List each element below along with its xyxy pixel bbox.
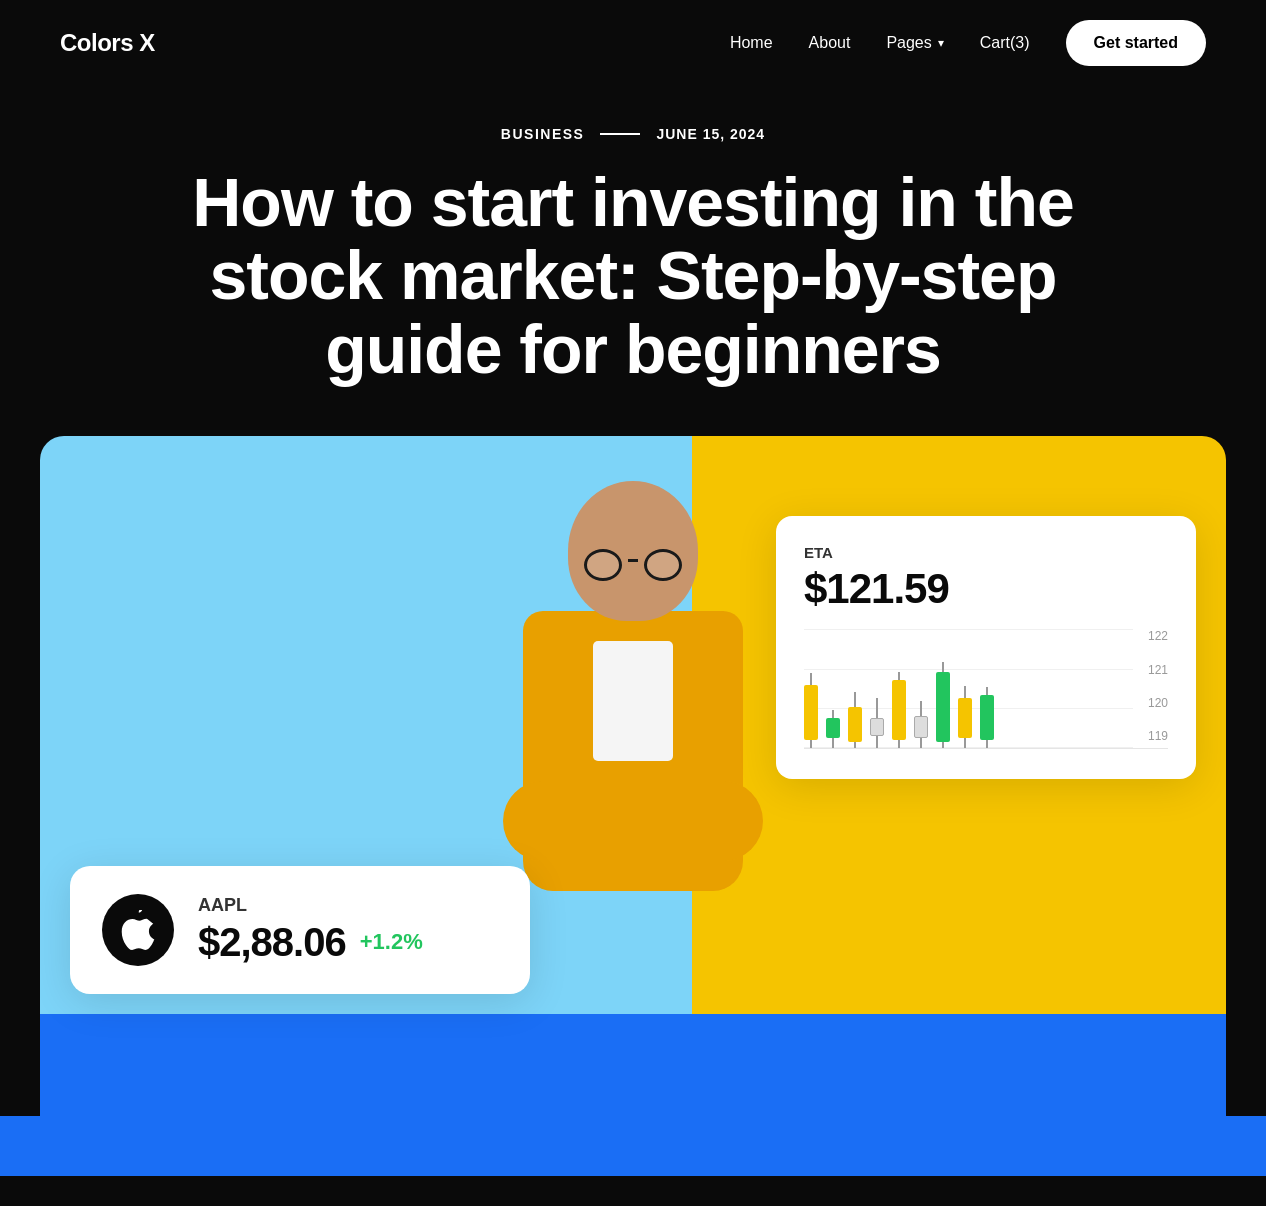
- nav-home[interactable]: Home: [730, 34, 773, 52]
- candle-wick: [986, 687, 988, 695]
- candle: [958, 686, 972, 748]
- bg-bottom: [40, 1014, 1226, 1116]
- candle-body: [870, 718, 884, 736]
- person-shirt: [593, 641, 673, 761]
- stock-widget: ETA $121.59: [776, 516, 1196, 779]
- candle-body: [958, 698, 972, 738]
- candle-body: [980, 695, 994, 740]
- aapl-price: $2,88.06: [198, 920, 346, 965]
- candle-wick: [942, 742, 944, 748]
- chart-y-label: 121: [1148, 663, 1168, 677]
- nav-pages[interactable]: Pages ▾: [886, 34, 943, 52]
- candle: [914, 701, 928, 748]
- hero-category: BUSINESS: [501, 126, 585, 142]
- candle: [804, 673, 818, 748]
- aapl-card: AAPL $2,88.06 +1.2%: [70, 866, 530, 994]
- candle-wick: [942, 662, 944, 672]
- aapl-info: AAPL $2,88.06 +1.2%: [198, 895, 423, 965]
- glass-left: [584, 549, 622, 581]
- chart-y-labels: 122 121 120 119: [1148, 629, 1168, 748]
- person-arms: [503, 781, 763, 861]
- hero-image-wrapper: ETA $121.59: [40, 436, 1226, 1116]
- candle-body: [892, 680, 906, 740]
- nav-about[interactable]: About: [809, 34, 851, 52]
- hero-divider: [600, 133, 640, 135]
- candle-wick: [986, 740, 988, 748]
- candle-wick: [898, 740, 900, 748]
- hero-meta: BUSINESS JUNE 15, 2024: [60, 126, 1206, 142]
- candle-wick: [920, 738, 922, 748]
- candle: [848, 692, 862, 748]
- person-glasses: [584, 549, 682, 581]
- candle-wick: [876, 736, 878, 748]
- get-started-button[interactable]: Get started: [1066, 20, 1206, 66]
- hero-section: BUSINESS JUNE 15, 2024 How to start inve…: [0, 86, 1266, 386]
- candle-wick: [854, 742, 856, 748]
- chart-y-label: 120: [1148, 696, 1168, 710]
- candle-wick: [964, 738, 966, 748]
- stock-widget-price: $121.59: [804, 565, 1168, 613]
- candle-body: [826, 718, 840, 738]
- candle-wick: [920, 701, 922, 716]
- candle-body: [936, 672, 950, 742]
- candle: [936, 662, 950, 748]
- candlestick-chart: 122 121 120 119: [804, 629, 1168, 749]
- aapl-price-row: $2,88.06 +1.2%: [198, 920, 423, 965]
- stock-widget-label: ETA: [804, 544, 1168, 561]
- logo[interactable]: Colors X: [60, 29, 155, 57]
- candle-wick: [832, 710, 834, 718]
- candle-body: [914, 716, 928, 738]
- candle: [892, 672, 906, 748]
- hero-image-container: ETA $121.59: [0, 436, 1266, 1176]
- chart-y-label: 122: [1148, 629, 1168, 643]
- candle-body: [848, 707, 862, 742]
- apple-icon: [120, 910, 156, 950]
- candle-wick: [832, 738, 834, 748]
- candle-wick: [964, 686, 966, 698]
- candle: [826, 710, 840, 748]
- chevron-down-icon: ▾: [938, 36, 944, 50]
- candle-wick: [810, 673, 812, 685]
- candle: [870, 698, 884, 748]
- header: Colors X Home About Pages ▾ Cart(3) Get …: [0, 0, 1266, 86]
- hero-title: How to start investing in the stock mark…: [183, 166, 1083, 386]
- chart-y-label: 119: [1148, 729, 1168, 743]
- glass-right: [644, 549, 682, 581]
- aapl-logo: [102, 894, 174, 966]
- candle-wick: [854, 692, 856, 707]
- person-head: [568, 481, 698, 621]
- glass-bridge: [628, 559, 638, 562]
- candles-area: [804, 629, 1168, 748]
- hero-date: JUNE 15, 2024: [656, 126, 765, 142]
- aapl-ticker: AAPL: [198, 895, 423, 916]
- blue-bottom-bar: [0, 1116, 1266, 1176]
- candle: [980, 687, 994, 748]
- candle-wick: [898, 672, 900, 680]
- aapl-change: +1.2%: [360, 929, 423, 955]
- main-nav: Home About Pages ▾ Cart(3) Get started: [730, 20, 1206, 66]
- candle-wick: [876, 698, 878, 718]
- nav-cart[interactable]: Cart(3): [980, 34, 1030, 52]
- candle-body: [804, 685, 818, 740]
- candle-wick: [810, 740, 812, 748]
